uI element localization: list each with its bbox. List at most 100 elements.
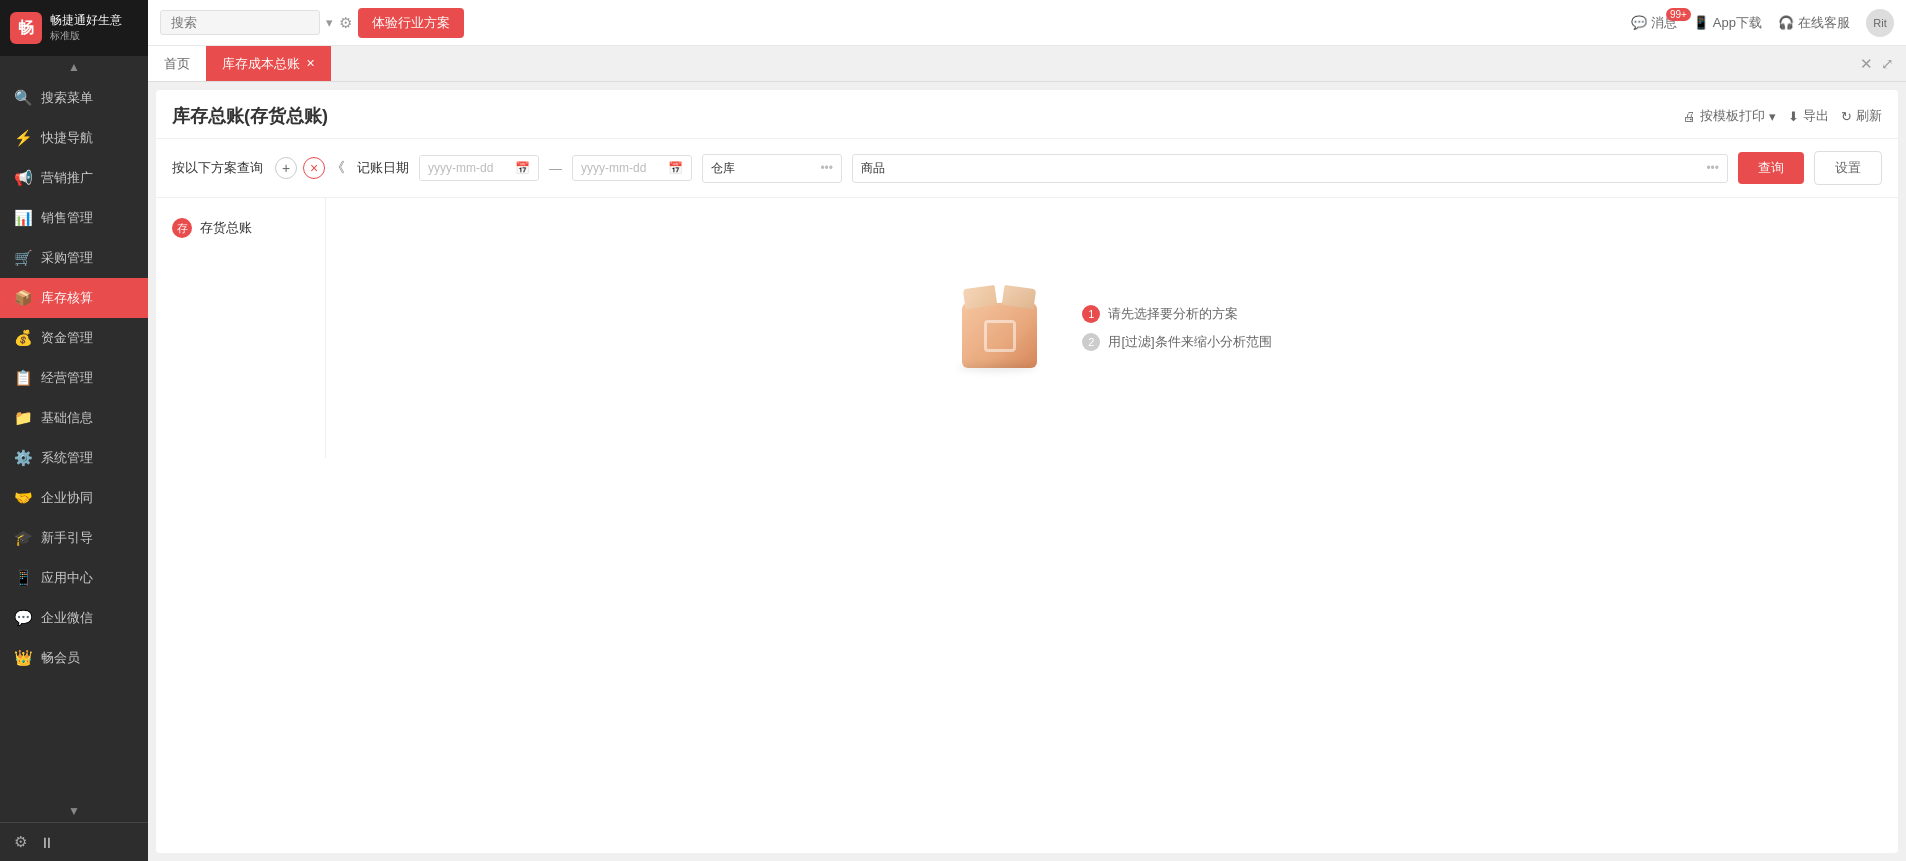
print-label: 按模板打印 — [1700, 107, 1765, 125]
sidebar-item-basic[interactable]: 📁 基础信息 — [0, 398, 148, 438]
sidebar-item-apps[interactable]: 📱 应用中心 — [0, 558, 148, 598]
sidebar-item-wechat[interactable]: 💬 企业微信 — [0, 598, 148, 638]
chevron-down-icon[interactable]: ▾ — [326, 15, 333, 30]
date-start-input[interactable]: yyyy-mm-dd 📅 — [419, 155, 539, 181]
gear-icon[interactable]: ⚙ — [339, 14, 352, 32]
filter-delete-button[interactable]: × — [303, 157, 325, 179]
topbar-right: 💬 消息 99+ 📱 App下载 🎧 在线客服 Rit — [1631, 9, 1894, 37]
scroll-up-btn[interactable]: ▲ — [0, 56, 148, 78]
sidebar-item-inventory[interactable]: 📦 库存核算 — [0, 278, 148, 318]
sidebar-item-system[interactable]: ⚙️ 系统管理 — [0, 438, 148, 478]
tab-home[interactable]: 首页 — [148, 46, 206, 81]
sidebar-item-marketing[interactable]: 📢 营销推广 — [0, 158, 148, 198]
tab-label: 库存成本总账 — [222, 55, 300, 73]
date-label: 记账日期 — [357, 159, 409, 177]
scheme-item-inventory[interactable]: 存 存货总账 — [156, 208, 325, 248]
goods-select[interactable]: 商品 ••• — [852, 154, 1728, 183]
sidebar-item-purchase[interactable]: 🛒 采购管理 — [0, 238, 148, 278]
sidebar-item-label: 采购管理 — [41, 249, 93, 267]
expand-icon[interactable]: ⤢ — [1881, 55, 1894, 73]
trial-button[interactable]: 体验行业方案 — [358, 8, 464, 38]
content-area: 库存总账(存货总账) 🖨 按模板打印 ▾ ⬇ 导出 ↻ 刷新 按以下方案查询 — [156, 90, 1898, 853]
tab-close-icon[interactable]: ✕ — [306, 57, 315, 70]
filter-add-button[interactable]: + — [275, 157, 297, 179]
page-title: 库存总账(存货总账) — [172, 104, 328, 128]
filter-actions: + × 《 — [275, 157, 345, 179]
sidebar-item-member[interactable]: 👑 畅会员 — [0, 638, 148, 678]
sidebar-menu: 🔍 搜索菜单 ⚡ 快捷导航 📢 营销推广 📊 销售管理 🛒 采购管理 📦 库存核… — [0, 78, 148, 800]
inventory-icon: 📦 — [14, 289, 33, 307]
export-button[interactable]: ⬇ 导出 — [1788, 107, 1829, 125]
print-template-button[interactable]: 🖨 按模板打印 ▾ — [1683, 107, 1776, 125]
sidebar-item-label: 基础信息 — [41, 409, 93, 427]
logo-badge: 标准版 — [50, 29, 122, 43]
tab-panel-close: ✕ ⤢ — [1848, 55, 1906, 73]
query-button[interactable]: 查询 — [1738, 152, 1804, 184]
consult-icon: 🎧 — [1778, 15, 1794, 30]
date-end-input[interactable]: yyyy-mm-dd 📅 — [572, 155, 692, 181]
sidebar-item-finance[interactable]: 💰 资金管理 — [0, 318, 148, 358]
sidebar-item-label: 库存核算 — [41, 289, 93, 307]
avatar[interactable]: Rit — [1866, 9, 1894, 37]
newbie-icon: 🎓 — [14, 529, 33, 547]
marketing-icon: 📢 — [14, 169, 33, 187]
search-input[interactable] — [160, 10, 320, 35]
scheme-panel: 存 存货总账 — [156, 198, 1898, 458]
purchase-icon: 🛒 — [14, 249, 33, 267]
tip-num-1: 1 — [1082, 305, 1100, 323]
warehouse-select[interactable]: 仓库 ••• — [702, 154, 842, 183]
sidebar-item-label: 企业微信 — [41, 609, 93, 627]
app-download-button[interactable]: 📱 App下载 — [1693, 14, 1762, 32]
tab-inventory-ledger[interactable]: 库存成本总账 ✕ — [206, 46, 331, 81]
scroll-up-icon: ▲ — [68, 60, 80, 74]
settings-button[interactable]: 设置 — [1814, 151, 1882, 185]
goods-label: 商品 — [861, 160, 885, 177]
filter-bar: 按以下方案查询 + × 《 记账日期 yyyy-mm-dd 📅 — yyyy-m… — [156, 139, 1898, 198]
export-label: 导出 — [1803, 107, 1829, 125]
sidebar-item-sales[interactable]: 📊 销售管理 — [0, 198, 148, 238]
sidebar-item-label: 应用中心 — [41, 569, 93, 587]
apps-icon: 📱 — [14, 569, 33, 587]
sidebar-item-label: 畅会员 — [41, 649, 80, 667]
scroll-down-icon: ▼ — [68, 804, 80, 818]
close-panel-icon[interactable]: ✕ — [1860, 55, 1873, 73]
finance-icon: 💰 — [14, 329, 33, 347]
settings-footer-icon[interactable]: ⚙ — [14, 833, 27, 851]
refresh-icon: ↻ — [1841, 109, 1852, 124]
goods-more-icon: ••• — [1706, 161, 1719, 175]
sidebar-footer: ⚙ ⏸ — [0, 822, 148, 861]
empty-tips: 1 请先选择要分析的方案 2 用[过滤]条件来缩小分析范围 — [1082, 305, 1271, 351]
message-badge: 99+ — [1666, 8, 1691, 21]
date-start-placeholder: yyyy-mm-dd — [428, 161, 493, 175]
filter-row: 记账日期 yyyy-mm-dd 📅 — yyyy-mm-dd 📅 仓库 ••• … — [357, 151, 1882, 185]
date-end-placeholder: yyyy-mm-dd — [581, 161, 646, 175]
logo-name: 畅捷通好生意 — [50, 13, 122, 29]
date-separator: — — [549, 161, 562, 176]
refresh-button[interactable]: ↻ 刷新 — [1841, 107, 1882, 125]
sidebar-item-search[interactable]: 🔍 搜索菜单 — [0, 78, 148, 118]
app-icon: 📱 — [1693, 15, 1709, 30]
filter-collapse-icon[interactable]: 《 — [331, 159, 345, 177]
sales-icon: 📊 — [14, 209, 33, 227]
sidebar-item-operation[interactable]: 📋 经营管理 — [0, 358, 148, 398]
logo-text-area: 畅捷通好生意 标准版 — [50, 13, 122, 43]
consult-button[interactable]: 🎧 在线客服 — [1778, 14, 1850, 32]
calendar-start-icon: 📅 — [515, 161, 530, 175]
corp-icon: 🤝 — [14, 489, 33, 507]
empty-illustration — [952, 278, 1052, 378]
logo-area: 畅 畅捷通好生意 标准版 — [0, 0, 148, 56]
search-icon: 🔍 — [14, 89, 33, 107]
filter-label: 按以下方案查询 — [172, 159, 263, 177]
sidebar-item-newbie[interactable]: 🎓 新手引导 — [0, 518, 148, 558]
print-icon: 🖨 — [1683, 109, 1696, 124]
sidebar-item-corp[interactable]: 🤝 企业协同 — [0, 478, 148, 518]
sidebar-item-label: 营销推广 — [41, 169, 93, 187]
shortcut-icon: ⚡ — [14, 129, 33, 147]
page-actions: 🖨 按模板打印 ▾ ⬇ 导出 ↻ 刷新 — [1683, 107, 1882, 125]
message-button[interactable]: 💬 消息 99+ — [1631, 14, 1677, 32]
consult-label: 在线客服 — [1798, 14, 1850, 32]
scroll-down-btn[interactable]: ▼ — [0, 800, 148, 822]
scheme-item-icon: 存 — [172, 218, 192, 238]
sidebar-item-shortcut[interactable]: ⚡ 快捷导航 — [0, 118, 148, 158]
sound-footer-icon[interactable]: ⏸ — [39, 834, 54, 851]
